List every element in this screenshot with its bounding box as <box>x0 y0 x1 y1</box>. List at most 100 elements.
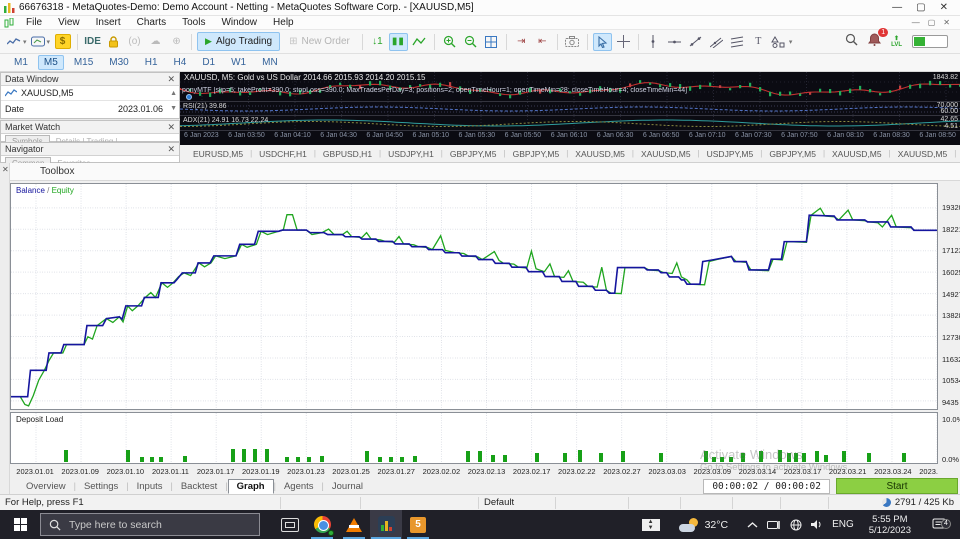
timeframe-w1[interactable]: W1 <box>225 55 252 70</box>
widget-spinner[interactable]: ▲ ▼ <box>641 518 660 531</box>
globe-add-icon[interactable]: ⊕ <box>167 33 186 51</box>
menu-window[interactable]: Window <box>213 17 265 28</box>
balance-equity-plot[interactable]: Balance / Equity <box>10 183 938 410</box>
minimize-icon[interactable]: — <box>892 2 902 13</box>
search-icon[interactable] <box>845 33 858 51</box>
market-watch-dollar-icon[interactable]: $ <box>53 33 72 51</box>
tester-tab-agents[interactable]: Agents <box>276 480 322 493</box>
language-indicator[interactable]: ENG <box>832 519 854 530</box>
taskbar-vlc[interactable] <box>338 510 370 539</box>
chart-tab-3[interactable]: USDJPY,H1 <box>381 149 441 159</box>
timeframe-m15[interactable]: M15 <box>68 55 99 70</box>
timeframe-h4[interactable]: H4 <box>168 55 193 70</box>
child-minimize-icon[interactable]: — <box>912 18 920 27</box>
sort-ticks-icon[interactable]: ↓1 <box>368 33 387 51</box>
chart-bars-icon[interactable]: ▾ <box>6 33 28 51</box>
tester-tab-backtest[interactable]: Backtest <box>173 480 225 493</box>
restore-icon[interactable]: ▢ <box>916 2 925 13</box>
timeframe-h1[interactable]: H1 <box>139 55 164 70</box>
notifications-bell-icon[interactable]: 1 <box>868 27 889 51</box>
lock-icon[interactable] <box>104 33 123 51</box>
tester-tab-settings[interactable]: Settings <box>76 480 126 493</box>
taskbar-office[interactable]: 5 <box>402 510 434 539</box>
menu-view[interactable]: View <box>50 17 88 28</box>
scroll-down-icon[interactable]: ▼ <box>170 105 177 112</box>
new-order-button[interactable]: ⊞ New Order <box>282 32 357 51</box>
timeframe-d1[interactable]: D1 <box>196 55 221 70</box>
data-window-symbol-row[interactable]: XAUUSD,M5 ▲ <box>1 86 179 101</box>
shift-begin-icon[interactable]: ⇤ <box>533 33 552 51</box>
price-chart[interactable]: XAUUSD, M5: Gold vs US Dollar 2014.66 20… <box>180 72 960 145</box>
fibonacci-icon[interactable] <box>728 33 747 51</box>
timeframe-m1[interactable]: M1 <box>8 55 34 70</box>
vertical-line-icon[interactable] <box>644 33 663 51</box>
clock-widget[interactable]: 5:55 PM 5/12/2023 <box>863 514 917 536</box>
task-view-button[interactable] <box>274 510 306 539</box>
chart-tab-5[interactable]: GBPJPY,M5 <box>506 149 567 159</box>
zigzag-icon[interactable] <box>410 33 429 51</box>
tile-windows-icon[interactable] <box>482 33 501 51</box>
channel-icon[interactable] <box>707 33 726 51</box>
screenshot-camera-icon[interactable] <box>563 33 582 51</box>
taskbar-search-input[interactable]: Type here to search <box>40 513 260 536</box>
algo-trading-button[interactable]: ▶ Algo Trading <box>197 32 281 51</box>
menu-tools[interactable]: Tools <box>174 17 213 28</box>
ide-button[interactable]: IDE <box>83 33 102 51</box>
action-center-button[interactable]: 4 <box>926 518 952 531</box>
close-icon[interactable]: ✕ <box>2 165 9 174</box>
start-menu-button[interactable] <box>0 510 40 539</box>
tester-tab-journal[interactable]: Journal <box>324 480 371 493</box>
chart-tab-0[interactable]: EURUSD,M5 <box>186 149 250 159</box>
menu-insert[interactable]: Insert <box>88 17 129 28</box>
chart-tab-11[interactable]: XAUUSD,M5 <box>891 149 955 159</box>
chart-tab-7[interactable]: XAUUSD,M5 <box>634 149 698 159</box>
timeframe-m5[interactable]: M5 <box>37 55 64 70</box>
status-profile[interactable]: Default <box>484 497 514 508</box>
signal-icon[interactable]: (ο) <box>125 33 144 51</box>
tester-tab-inputs[interactable]: Inputs <box>129 480 171 493</box>
chart-tab-1[interactable]: USDCHF,H1 <box>252 149 314 159</box>
chart-tab-6[interactable]: XAUUSD,M5 <box>568 149 632 159</box>
shift-end-icon[interactable]: ⇥ <box>512 33 531 51</box>
taskbar-metatrader[interactable] <box>370 510 402 539</box>
cloud-icon[interactable]: ☁ <box>146 33 165 51</box>
chart-tab-10[interactable]: XAUUSD,M5 <box>825 149 889 159</box>
weather-widget[interactable]: 32°C <box>669 517 738 532</box>
speaker-icon[interactable] <box>811 519 823 530</box>
close-icon[interactable]: ✕ <box>167 74 175 85</box>
menu-file[interactable]: File <box>18 17 50 28</box>
chart-tab-12[interactable]: XAU <box>956 149 960 159</box>
tray-chevron-up-icon[interactable] <box>747 521 758 529</box>
close-icon[interactable]: ✕ <box>167 144 175 155</box>
horizontal-line-icon[interactable] <box>665 33 684 51</box>
menu-help[interactable]: Help <box>265 17 302 28</box>
scroll-up-icon[interactable]: ▲ <box>170 90 177 97</box>
menu-charts[interactable]: Charts <box>129 17 174 28</box>
timeframe-m30[interactable]: M30 <box>103 55 134 70</box>
chart-tab-9[interactable]: GBPJPY,M5 <box>762 149 823 159</box>
chart-tab-8[interactable]: USDJPY,M5 <box>700 149 761 159</box>
cursor-icon[interactable] <box>592 32 612 51</box>
taskbar-chrome[interactable] <box>306 510 338 539</box>
tester-tab-graph[interactable]: Graph <box>227 478 274 494</box>
close-icon[interactable]: ✕ <box>940 2 948 13</box>
zoom-in-icon[interactable] <box>440 33 459 51</box>
timeframe-mn[interactable]: MN <box>256 55 284 70</box>
crosshair-icon[interactable] <box>614 33 633 51</box>
pause-bars-icon[interactable]: ▮▮ <box>388 32 408 51</box>
text-tool-icon[interactable]: T <box>749 33 768 51</box>
pen-tablet-icon[interactable] <box>767 520 781 530</box>
shapes-icon[interactable]: ▾ <box>770 33 794 51</box>
child-close-icon[interactable]: ✕ <box>943 18 950 27</box>
lvl-icon[interactable]: ⬆ LVL <box>891 36 902 48</box>
chart-profile-icon[interactable]: ▾ <box>30 33 52 51</box>
network-globe-icon[interactable] <box>790 519 802 531</box>
tester-tab-overview[interactable]: Overview <box>18 480 74 493</box>
chart-tab-2[interactable]: GBPUSD,H1 <box>316 149 379 159</box>
zoom-out-icon[interactable] <box>461 33 480 51</box>
start-button[interactable]: Start <box>836 478 958 494</box>
toolbox-header[interactable]: Toolbox <box>10 163 960 181</box>
child-restore-icon[interactable]: ▢ <box>928 18 936 27</box>
data-window-date-row[interactable]: Date 2023.01.06 ▼ <box>1 101 179 116</box>
chart-tab-4[interactable]: GBPJPY,M5 <box>443 149 504 159</box>
